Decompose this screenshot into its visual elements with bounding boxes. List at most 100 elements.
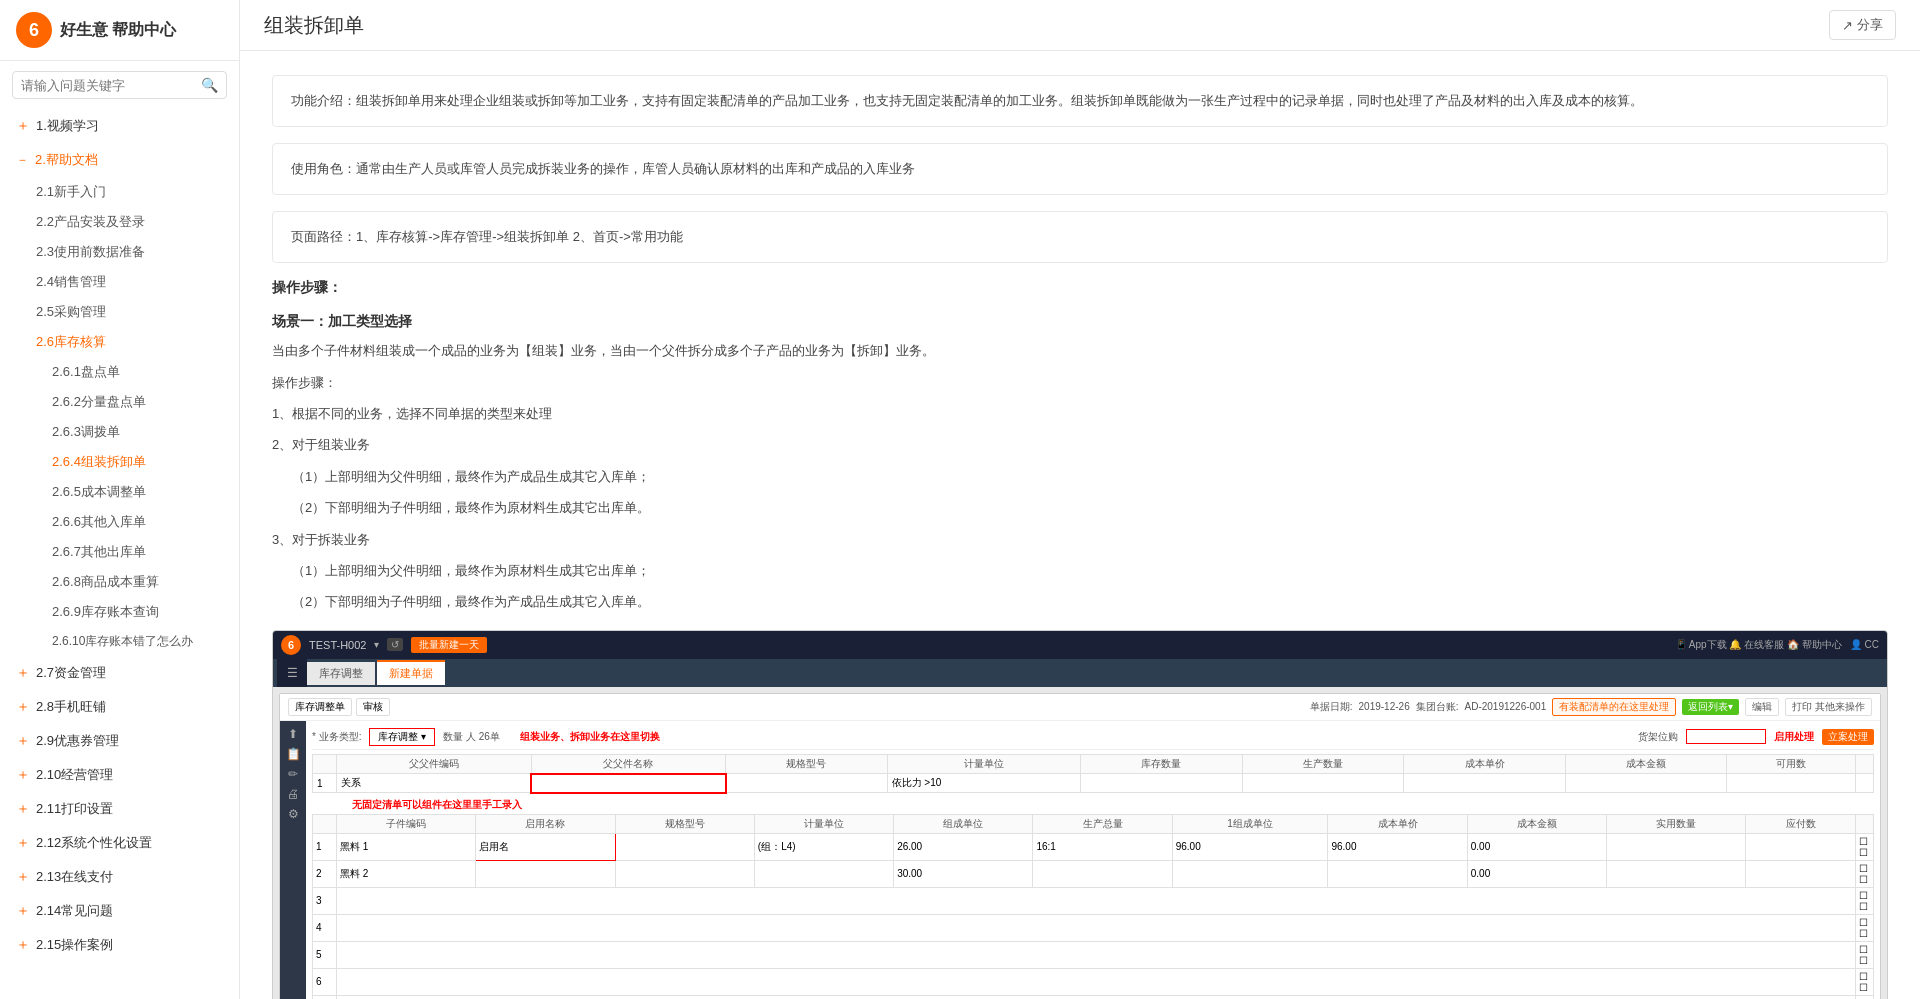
ss-td2-2-cp <box>1328 860 1467 887</box>
ss-th-spec: 规格型号 <box>726 754 888 774</box>
ss-dropdown: ▾ <box>374 639 379 650</box>
sidebar-item-operations[interactable]: ＋ 2.10经营管理 <box>0 758 239 792</box>
main-content: 组装拆卸单 ↗ 分享 功能介绍：组装拆卸单用来处理企业组装或拆卸等加工业务，支持… <box>240 0 1920 999</box>
sidebar-item-cases[interactable]: ＋ 2.15操作案例 <box>0 928 239 962</box>
ss-th-parent-code: 父父件编码 <box>337 754 532 774</box>
ss-td2-5-num: 5 <box>313 941 337 968</box>
ss-th2-prodtotal: 生产总量 <box>1033 814 1172 833</box>
sidebar-item-data-prep[interactable]: 2.3使用前数据准备 <box>0 237 239 267</box>
step2-2: （2）下部明细为子件明细，最终作为原材料生成其它出库单。 <box>272 496 1888 519</box>
ss-btn-edit: 编辑 <box>1745 698 1779 716</box>
sidebar-item-other-out[interactable]: 2.6.7其他出库单 <box>0 537 239 567</box>
ss-shelf-input[interactable] <box>1686 729 1766 744</box>
step3: 3、对于拆装业务 <box>272 528 1888 551</box>
sidebar-item-coupon[interactable]: ＋ 2.9优惠券管理 <box>0 724 239 758</box>
ss-btn-print: 打印 其他来操作 <box>1785 698 1872 716</box>
sidebar-item-print[interactable]: ＋ 2.11打印设置 <box>0 792 239 826</box>
sidebar-item-finance[interactable]: ＋ 2.7资金管理 <box>0 656 239 690</box>
ss-type-switch: 库存调整 ▾ <box>369 728 435 746</box>
ss-td2-7-num: 7 <box>313 995 337 999</box>
search-box[interactable]: 🔍 <box>12 71 227 99</box>
ss-td2-1-pay <box>1746 833 1856 860</box>
sidebar-item-label: 2.帮助文档 <box>35 151 98 169</box>
ss-td2-3-act: ☐ ☐ <box>1856 887 1874 914</box>
ss-td2-1-unit: (组：L4) <box>754 833 893 860</box>
ss-td2-1-actual <box>1607 833 1746 860</box>
ss-type-label: * 业务类型: <box>312 730 361 744</box>
scene1-title: 场景一：加工类型选择 <box>272 313 1888 331</box>
sidebar-item-inventory[interactable]: 2.6库存核算 <box>0 327 239 357</box>
plus-icon: ＋ <box>16 117 30 135</box>
ss-refresh-icon: ↺ <box>387 638 403 651</box>
ss-th2-actual: 实用数量 <box>1607 814 1746 833</box>
ss-annotation-process: 启用处理 <box>1774 730 1814 744</box>
search-icon[interactable]: 🔍 <box>201 77 218 93</box>
sidebar-item-error[interactable]: 2.6.10库存账本错了怎么办 <box>0 627 239 656</box>
sidebar-item-docs[interactable]: － 2.帮助文档 <box>0 143 239 177</box>
intro-box-1: 功能介绍：组装拆卸单用来处理企业组装或拆卸等加工业务，支持有固定装配清单的产品加… <box>272 75 1888 127</box>
ss-td-name-input <box>531 774 726 793</box>
ss-th-parent-name: 父父件名称 <box>531 754 726 774</box>
ss-shelf-label: 货架位购 <box>1638 730 1678 744</box>
ss-field-date-label: 单据日期: <box>1310 700 1353 714</box>
ss-td2-5-act: ☐ ☐ <box>1856 941 1874 968</box>
ss-td2-2-code: 黑料 2 <box>337 860 476 887</box>
ss-td2-2-u2 <box>1172 860 1328 887</box>
scene1-desc: 当由多个子件材料组装成一个成品的业务为【组装】业务，当由一个父件拆分成多个子产品… <box>272 339 1888 362</box>
ss-td-prod <box>1242 774 1404 793</box>
ss-td-action <box>1856 774 1874 793</box>
search-input[interactable] <box>21 78 201 93</box>
topbar: 组装拆卸单 ↗ 分享 <box>240 0 1920 51</box>
sidebar-item-sales[interactable]: 2.4销售管理 <box>0 267 239 297</box>
ss-td2-1-name: 启用名 <box>476 833 615 860</box>
ss-td2-2-name <box>476 860 615 887</box>
ss-td2-2-compose: 30.00 <box>894 860 1033 887</box>
step3-2: （2）下部明细为子件明细，最终作为产成品生成其它入库单。 <box>272 590 1888 613</box>
ss-tab-new: 新建单据 <box>377 660 445 685</box>
ss-td2-1-cp: 96.00 <box>1328 833 1467 860</box>
sidebar-item-mobile[interactable]: ＋ 2.8手机旺铺 <box>0 690 239 724</box>
sidebar-item-faq[interactable]: ＋ 2.14常见问题 <box>0 894 239 928</box>
ss-user: 👤 CC <box>1850 639 1879 650</box>
ss-th-cost-amount: 成本金额 <box>1565 754 1727 774</box>
sidebar-item-check[interactable]: 2.6.1盘点单 <box>0 357 239 387</box>
sidebar-item-other-in[interactable]: 2.6.6其他入库单 <box>0 507 239 537</box>
ss-th-avail: 可用数 <box>1727 754 1856 774</box>
ss-td2-7-empty <box>337 995 1856 999</box>
ss-td-spec <box>726 774 888 793</box>
sidebar-item-ledger[interactable]: 2.6.9库存账本查询 <box>0 597 239 627</box>
sidebar-item-videos[interactable]: ＋ 1.视频学习 <box>0 109 239 143</box>
sidebar-header: 6 好生意 帮助中心 <box>0 0 239 61</box>
ss-btn-process: 审核 <box>356 698 390 716</box>
ss-td-code: 关系 <box>337 774 532 793</box>
sidebar-item-adjust[interactable]: 2.6.3调拨单 <box>0 417 239 447</box>
ss-td-avail <box>1727 774 1856 793</box>
plus-icon: ＋ <box>16 834 30 852</box>
plus-icon: ＋ <box>16 732 30 750</box>
ss-td-ca <box>1565 774 1727 793</box>
sidebar-item-purchase[interactable]: 2.5采购管理 <box>0 297 239 327</box>
sidebar-item-label: 2.11打印设置 <box>36 800 113 818</box>
share-button[interactable]: ↗ 分享 <box>1829 10 1896 40</box>
sidebar-item-online-pay[interactable]: ＋ 2.13在线支付 <box>0 860 239 894</box>
sidebar-item-label: 2.9优惠券管理 <box>36 732 119 750</box>
ss-logo: 6 <box>281 635 301 655</box>
sidebar-item-split-check[interactable]: 2.6.2分量盘点单 <box>0 387 239 417</box>
sidebar-item-cost-recalc[interactable]: 2.6.8商品成本重算 <box>0 567 239 597</box>
ss-btn-save: 库存调整单 <box>288 698 352 716</box>
ss-td2-7-act: ☐ ☐ <box>1856 995 1874 999</box>
sidebar-item-newcomer[interactable]: 2.1新手入门 <box>0 177 239 207</box>
ss-td2-6-num: 6 <box>313 968 337 995</box>
ss-tab-inventory: 库存调整 <box>307 662 375 685</box>
sidebar-item-assembly[interactable]: 2.6.4组装拆卸单 <box>0 447 239 477</box>
sidebar-item-install[interactable]: 2.2产品安装及登录 <box>0 207 239 237</box>
ss-td2-1-spec <box>615 833 754 860</box>
sidebar-item-customize[interactable]: ＋ 2.12系统个性化设置 <box>0 826 239 860</box>
plus-icon: ＋ <box>16 868 30 886</box>
plus-icon: ＋ <box>16 698 30 716</box>
ss-td2-2-unit <box>754 860 893 887</box>
sidebar-item-cost-adjust[interactable]: 2.6.5成本调整单 <box>0 477 239 507</box>
ss-td2-2-spec <box>615 860 754 887</box>
ss-td2-2-num: 2 <box>313 860 337 887</box>
ss-title: TEST-H002 <box>309 639 366 651</box>
